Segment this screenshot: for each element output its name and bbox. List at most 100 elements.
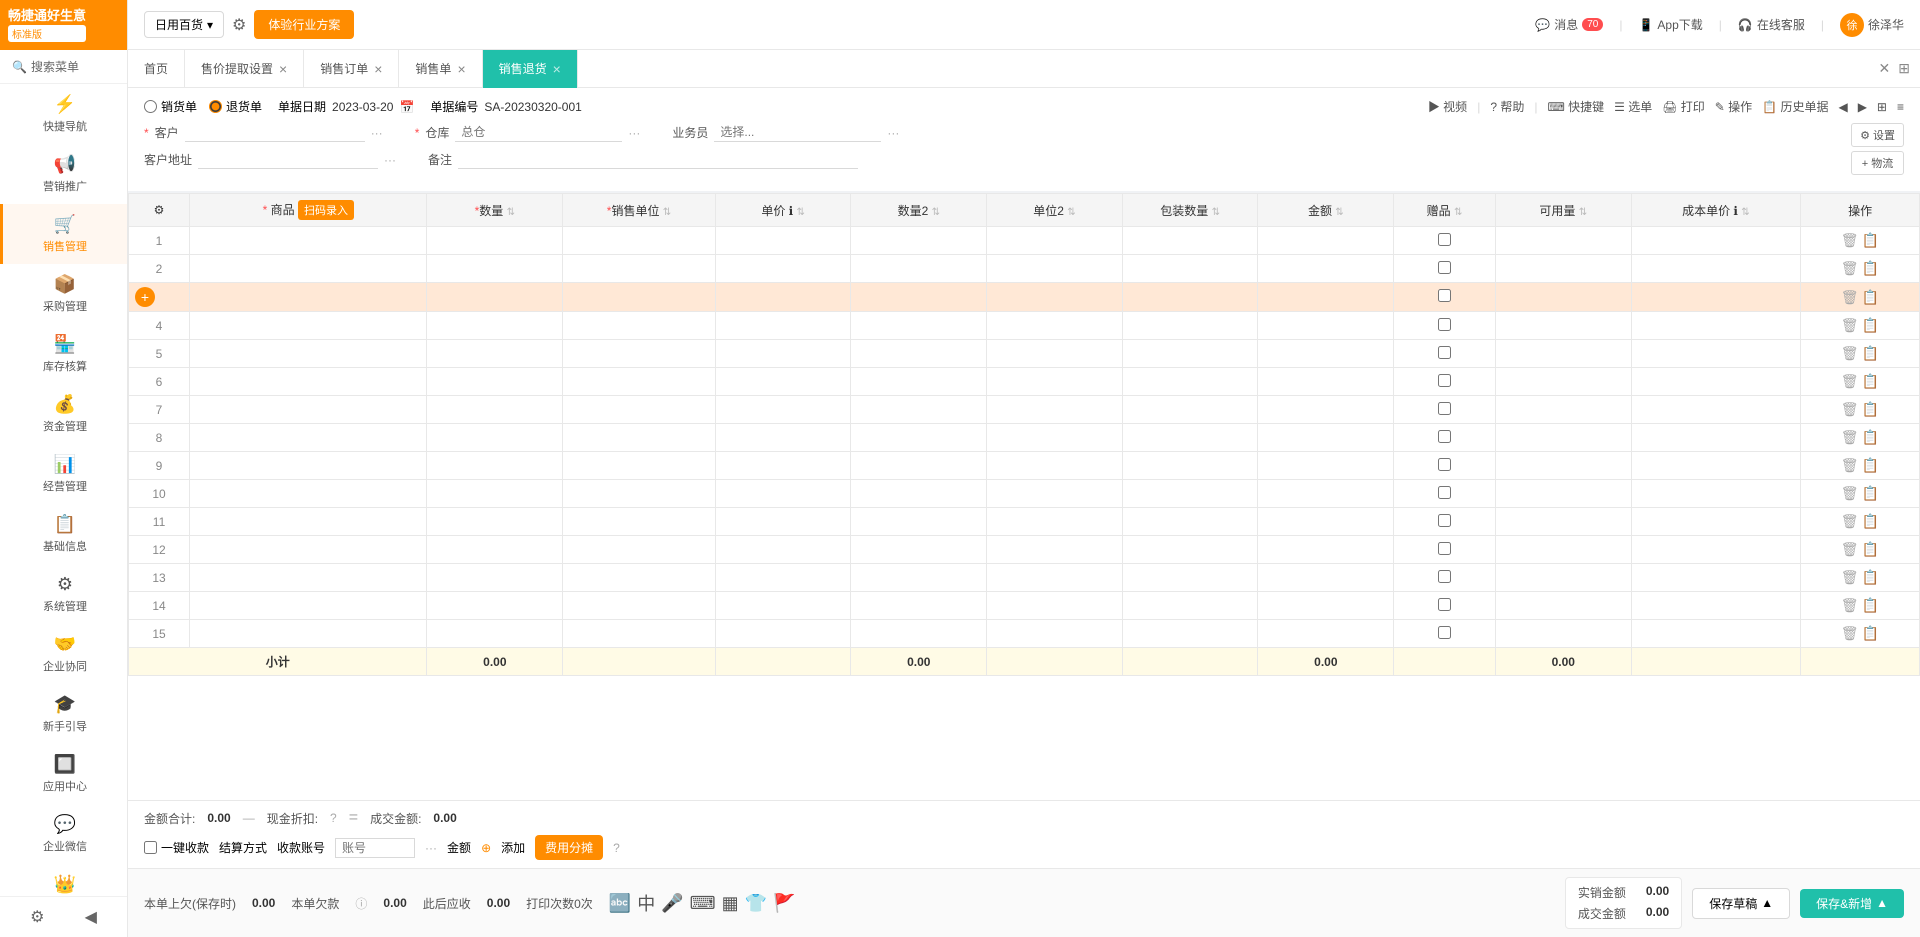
row-sales-unit[interactable] bbox=[563, 255, 716, 283]
row-pack-qty[interactable] bbox=[1122, 396, 1258, 424]
row-cost-price[interactable] bbox=[1631, 283, 1801, 312]
salesperson-dots[interactable]: ··· bbox=[887, 126, 899, 140]
copy-row-btn[interactable]: 📋 bbox=[1862, 317, 1879, 334]
row-amount[interactable] bbox=[1258, 620, 1394, 648]
sidebar-item-purchase[interactable]: 📦 采购管理 bbox=[0, 264, 127, 324]
row-sales-unit[interactable] bbox=[563, 396, 716, 424]
row-amount[interactable] bbox=[1258, 312, 1394, 340]
shirt-icon[interactable]: 👕 bbox=[745, 893, 767, 914]
customer-dots[interactable]: ··· bbox=[371, 126, 383, 140]
row-gift[interactable] bbox=[1394, 536, 1496, 564]
radio-returner-input[interactable] bbox=[209, 100, 222, 113]
row-qty2[interactable] bbox=[851, 424, 987, 452]
row-unit2[interactable] bbox=[987, 536, 1123, 564]
row-amount[interactable] bbox=[1258, 452, 1394, 480]
row-sales-unit[interactable] bbox=[563, 536, 716, 564]
row-product[interactable] bbox=[190, 255, 427, 283]
row-qty[interactable] bbox=[427, 283, 563, 312]
customer-input[interactable] bbox=[185, 123, 365, 142]
tab-sales-order[interactable]: 销售订单 × bbox=[304, 50, 399, 88]
shortcut-action[interactable]: ⌨ 快捷键 bbox=[1547, 98, 1604, 115]
row-pack-qty[interactable] bbox=[1122, 592, 1258, 620]
collapse-icon[interactable]: ◀ bbox=[85, 907, 97, 927]
row-product[interactable] bbox=[190, 396, 427, 424]
delete-row-btn[interactable]: 🗑 bbox=[1841, 513, 1859, 530]
row-cost-price[interactable] bbox=[1631, 452, 1801, 480]
row-pack-qty[interactable] bbox=[1122, 312, 1258, 340]
tab-options-icon[interactable]: ⊞ bbox=[1898, 60, 1910, 77]
row-qty[interactable] bbox=[427, 255, 563, 283]
qty-sort-icon[interactable]: ⇅ bbox=[507, 207, 515, 218]
sidebar-item-basic[interactable]: 📋 基础信息 bbox=[0, 504, 127, 564]
row-product[interactable] bbox=[190, 368, 427, 396]
row-pack-qty[interactable] bbox=[1122, 424, 1258, 452]
row-product[interactable] bbox=[190, 508, 427, 536]
row-amount[interactable] bbox=[1258, 536, 1394, 564]
row-gift[interactable] bbox=[1394, 424, 1496, 452]
row-product[interactable] bbox=[190, 283, 427, 312]
delete-row-btn[interactable]: 🗑 bbox=[1841, 345, 1859, 362]
row-available[interactable] bbox=[1495, 424, 1631, 452]
one-click-checkbox[interactable] bbox=[144, 841, 157, 854]
history-owe-hint[interactable]: ⓘ bbox=[355, 895, 367, 912]
gift-checkbox[interactable] bbox=[1438, 542, 1451, 555]
row-qty2[interactable] bbox=[851, 227, 987, 255]
row-qty2[interactable] bbox=[851, 480, 987, 508]
sidebar-item-wechat[interactable]: 💬 企业微信 bbox=[0, 804, 127, 864]
sidebar-item-system[interactable]: ⚙ 系统管理 bbox=[0, 564, 127, 624]
fee-help-icon[interactable]: ? bbox=[613, 841, 620, 855]
row-qty[interactable] bbox=[427, 312, 563, 340]
radio-shipper[interactable]: 销货单 bbox=[144, 98, 197, 115]
row-available[interactable] bbox=[1495, 368, 1631, 396]
row-available[interactable] bbox=[1495, 396, 1631, 424]
row-unit-price[interactable] bbox=[715, 564, 851, 592]
copy-row-btn[interactable]: 📋 bbox=[1862, 597, 1879, 614]
row-sales-unit[interactable] bbox=[563, 592, 716, 620]
row-gift[interactable] bbox=[1394, 480, 1496, 508]
gift-checkbox[interactable] bbox=[1438, 261, 1451, 274]
row-pack-qty[interactable] bbox=[1122, 368, 1258, 396]
sidebar-item-sales[interactable]: 🛒 销售管理 bbox=[0, 204, 127, 264]
row-amount[interactable] bbox=[1258, 368, 1394, 396]
row-cost-price[interactable] bbox=[1631, 508, 1801, 536]
row-available[interactable] bbox=[1495, 227, 1631, 255]
row-pack-qty[interactable] bbox=[1122, 452, 1258, 480]
row-available[interactable] bbox=[1495, 480, 1631, 508]
delete-row-btn[interactable]: 🗑 bbox=[1841, 373, 1859, 390]
row-cost-price[interactable] bbox=[1631, 368, 1801, 396]
row-unit-price[interactable] bbox=[715, 508, 851, 536]
row-qty2[interactable] bbox=[851, 536, 987, 564]
delete-row-btn[interactable]: 🗑 bbox=[1841, 260, 1859, 277]
row-gift[interactable] bbox=[1394, 368, 1496, 396]
help-action[interactable]: ? 帮助 bbox=[1490, 98, 1524, 115]
copy-row-btn[interactable]: 📋 bbox=[1862, 373, 1879, 390]
row-cost-price[interactable] bbox=[1631, 424, 1801, 452]
row-qty2[interactable] bbox=[851, 508, 987, 536]
row-gift[interactable] bbox=[1394, 255, 1496, 283]
row-unit2[interactable] bbox=[987, 564, 1123, 592]
row-amount[interactable] bbox=[1258, 424, 1394, 452]
row-sales-unit[interactable] bbox=[563, 368, 716, 396]
row-product[interactable] bbox=[190, 312, 427, 340]
z-icon[interactable]: 中 bbox=[637, 890, 655, 916]
available-sort-icon[interactable]: ⇅ bbox=[1579, 207, 1587, 218]
tab-sales-return-close[interactable]: × bbox=[553, 61, 561, 77]
row-unit-price[interactable] bbox=[715, 255, 851, 283]
view-icon2[interactable]: ≡ bbox=[1897, 100, 1904, 114]
row-product[interactable] bbox=[190, 424, 427, 452]
tab-sales[interactable]: 销售单 × bbox=[399, 50, 482, 88]
sidebar-item-appcenter[interactable]: 🔲 应用中心 bbox=[0, 744, 127, 804]
gift-checkbox[interactable] bbox=[1438, 233, 1451, 246]
row-qty[interactable] bbox=[427, 227, 563, 255]
row-qty2[interactable] bbox=[851, 255, 987, 283]
col-gear[interactable]: ⚙ bbox=[129, 194, 190, 227]
sidebar-item-shortcut[interactable]: ⚡ 快捷导航 bbox=[0, 84, 127, 144]
row-gift[interactable] bbox=[1394, 283, 1496, 312]
online-service-btn[interactable]: 🎧 在线客服 bbox=[1738, 16, 1805, 33]
row-cost-price[interactable] bbox=[1631, 480, 1801, 508]
delete-row-btn[interactable]: 🗑 bbox=[1841, 485, 1859, 502]
sidebar-item-cooperation[interactable]: 🤝 企业协同 bbox=[0, 624, 127, 684]
row-available[interactable] bbox=[1495, 620, 1631, 648]
delete-row-btn[interactable]: 🗑 bbox=[1841, 317, 1859, 334]
row-amount[interactable] bbox=[1258, 396, 1394, 424]
